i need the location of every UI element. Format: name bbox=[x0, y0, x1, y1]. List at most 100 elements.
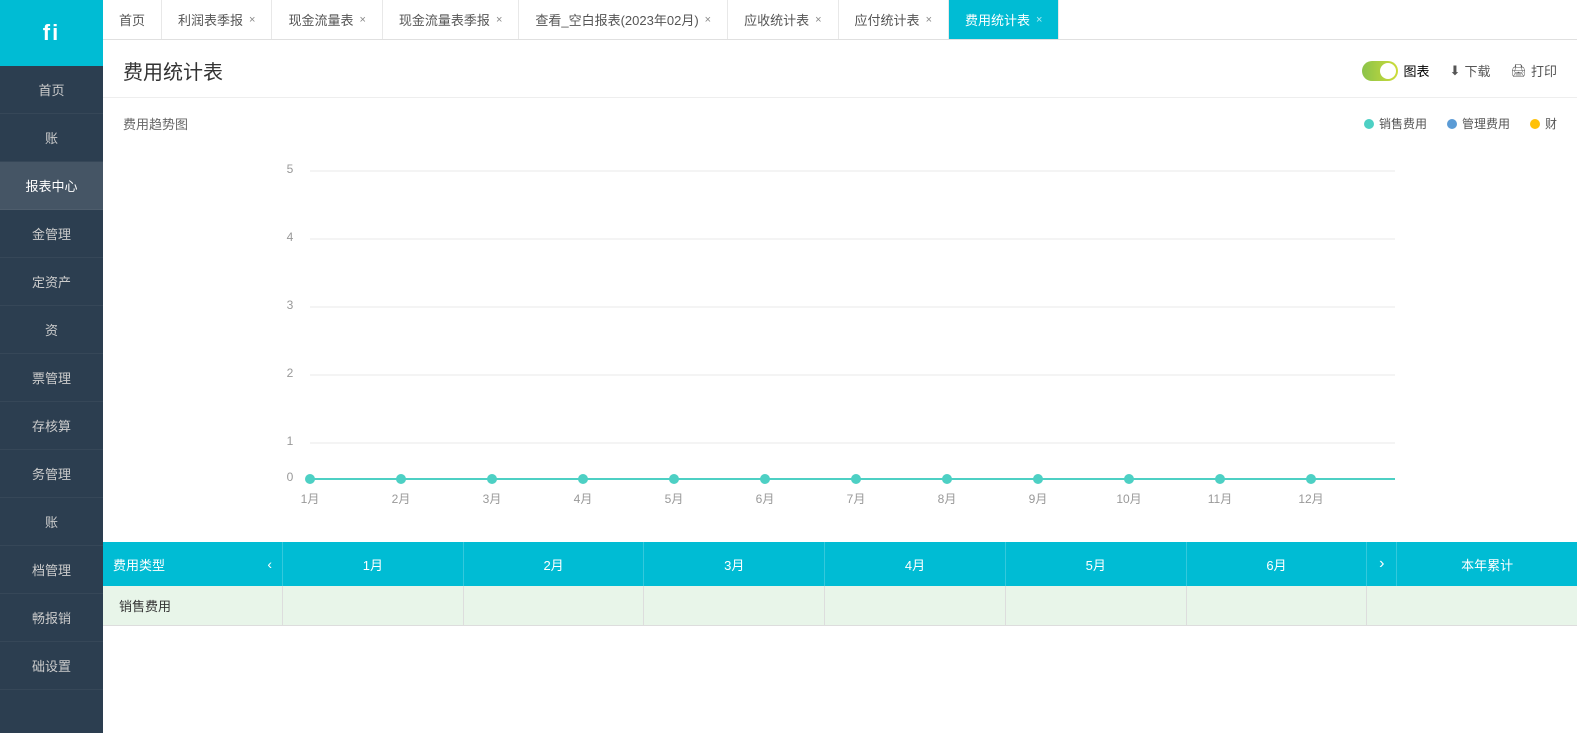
legend-finance: 财 bbox=[1530, 115, 1557, 132]
sidebar-item-assets[interactable]: 定资产 bbox=[0, 258, 103, 306]
td-sales-5 bbox=[1006, 586, 1187, 625]
th-col-4: 4月 bbox=[825, 542, 1006, 586]
svg-text:11月: 11月 bbox=[1208, 492, 1232, 506]
tab-receivable[interactable]: 应收统计表 × bbox=[728, 0, 838, 39]
chart-container: 5 4 3 2 1 0 bbox=[123, 143, 1557, 526]
tab-bar: 首页 利润表季报 × 现金流量表 × 现金流量表季报 × 查看_空白报表(202… bbox=[103, 0, 1577, 40]
legend-finance-dot bbox=[1530, 119, 1540, 129]
td-sales-total bbox=[1397, 586, 1577, 625]
tab-expense-close[interactable]: × bbox=[1036, 14, 1042, 26]
sidebar-item-home[interactable]: 首页 bbox=[0, 66, 103, 114]
th-col-6: 6月 bbox=[1187, 542, 1368, 586]
tab-expense-label: 费用统计表 bbox=[965, 10, 1030, 29]
svg-text:5: 5 bbox=[287, 162, 294, 176]
sidebar-item-inventory[interactable]: 存核算 bbox=[0, 402, 103, 450]
svg-text:7月: 7月 bbox=[847, 492, 866, 506]
chart-toggle[interactable] bbox=[1362, 61, 1398, 81]
th-nav-prev[interactable]: ‹ bbox=[267, 556, 272, 572]
sidebar-item-service[interactable]: 务管理 bbox=[0, 450, 103, 498]
data-table-section: 费用类型 ‹ 1月 2月 3月 4月 5月 6月 › 本年累计 销售费用 bbox=[103, 542, 1577, 626]
tab-profit-close[interactable]: × bbox=[249, 14, 255, 26]
td-sales-2 bbox=[464, 586, 645, 625]
svg-text:3: 3 bbox=[287, 298, 294, 312]
tab-receivable-close[interactable]: × bbox=[815, 14, 821, 26]
tab-cashflow-q-close[interactable]: × bbox=[496, 14, 502, 26]
sidebar-logo: fi bbox=[0, 0, 103, 66]
th-col-total: 本年累计 bbox=[1397, 542, 1577, 586]
table-row-sales: 销售费用 bbox=[103, 586, 1577, 626]
sidebar-item-capital[interactable]: 资 bbox=[0, 306, 103, 354]
sidebar-item-expense[interactable]: 畅报销 bbox=[0, 594, 103, 642]
svg-text:6月: 6月 bbox=[756, 492, 775, 506]
download-label: 下载 bbox=[1464, 61, 1490, 80]
svg-text:3月: 3月 bbox=[483, 492, 502, 506]
tab-payable-label: 应付统计表 bbox=[855, 10, 920, 29]
sidebar-item-reports[interactable]: 报表中心 bbox=[0, 162, 103, 210]
print-icon: 🖨 bbox=[1510, 63, 1527, 79]
svg-text:5月: 5月 bbox=[665, 492, 684, 506]
legend-mgmt-dot bbox=[1447, 119, 1457, 129]
legend-sales-dot bbox=[1364, 119, 1374, 129]
chart-legend: 销售费用 管理费用 财 bbox=[1364, 115, 1557, 132]
sidebar-item-archive[interactable]: 档管理 bbox=[0, 546, 103, 594]
svg-text:12月: 12月 bbox=[1298, 492, 1323, 506]
tab-cashflow-label: 现金流量表 bbox=[288, 10, 353, 29]
legend-mgmt: 管理费用 bbox=[1447, 115, 1510, 132]
td-sales-3 bbox=[644, 586, 825, 625]
sidebar-item-ledger[interactable]: 账 bbox=[0, 498, 103, 546]
th-nav-next-cell[interactable]: › bbox=[1367, 542, 1397, 586]
td-sales-4 bbox=[825, 586, 1006, 625]
tab-payable[interactable]: 应付统计表 × bbox=[839, 0, 949, 39]
svg-text:0: 0 bbox=[287, 470, 294, 484]
svg-text:1: 1 bbox=[287, 434, 294, 448]
tab-cashflow-q-label: 现金流量表季报 bbox=[399, 10, 490, 29]
chart-toggle-wrap: 图表 bbox=[1362, 61, 1430, 81]
td-type-sales: 销售费用 bbox=[103, 586, 283, 625]
chart-section: 费用趋势图 销售费用 管理费用 财 bbox=[103, 98, 1577, 542]
svg-text:4月: 4月 bbox=[574, 492, 593, 506]
tab-home-label: 首页 bbox=[119, 10, 145, 29]
download-button[interactable]: ⬇ 下载 bbox=[1450, 61, 1491, 80]
tab-cashflow[interactable]: 现金流量表 × bbox=[272, 0, 382, 39]
chart-header: 费用趋势图 销售费用 管理费用 财 bbox=[123, 114, 1557, 133]
svg-text:8月: 8月 bbox=[938, 492, 957, 506]
th-col-5: 5月 bbox=[1006, 542, 1187, 586]
sidebar: fi 首页 账 报表中心 金管理 定资产 资 票管理 存核算 务管理 账 档管理… bbox=[0, 0, 103, 733]
tab-expense[interactable]: 费用统计表 × bbox=[949, 0, 1059, 39]
page-header: 费用统计表 图表 ⬇ 下载 🖨 打印 bbox=[103, 40, 1577, 98]
tab-blank-close[interactable]: × bbox=[705, 14, 711, 26]
legend-mgmt-label: 管理费用 bbox=[1462, 115, 1510, 132]
svg-text:1月: 1月 bbox=[301, 492, 320, 506]
content-area: 费用统计表 图表 ⬇ 下载 🖨 打印 费用趋势图 bbox=[103, 40, 1577, 733]
svg-text:10月: 10月 bbox=[1116, 492, 1141, 506]
tab-receivable-label: 应收统计表 bbox=[744, 10, 809, 29]
chart-toggle-label: 图表 bbox=[1404, 61, 1430, 80]
td-sales-1 bbox=[283, 586, 464, 625]
tab-payable-close[interactable]: × bbox=[926, 14, 932, 26]
print-button[interactable]: 🖨 打印 bbox=[1510, 61, 1557, 80]
sidebar-item-account[interactable]: 账 bbox=[0, 114, 103, 162]
th-type: 费用类型 ‹ bbox=[103, 542, 283, 586]
print-label: 打印 bbox=[1531, 61, 1557, 80]
tab-cashflow-close[interactable]: × bbox=[359, 14, 365, 26]
sidebar-item-finance[interactable]: 金管理 bbox=[0, 210, 103, 258]
th-type-label: 费用类型 bbox=[113, 555, 165, 574]
th-col-1: 1月 bbox=[283, 542, 464, 586]
chart-svg: 5 4 3 2 1 0 bbox=[123, 143, 1557, 523]
download-icon: ⬇ bbox=[1450, 63, 1461, 79]
svg-text:9月: 9月 bbox=[1029, 492, 1048, 506]
tab-blank[interactable]: 查看_空白报表(2023年02月) × bbox=[519, 0, 728, 39]
th-col-3: 3月 bbox=[644, 542, 825, 586]
tab-profit[interactable]: 利润表季报 × bbox=[162, 0, 272, 39]
svg-text:2月: 2月 bbox=[392, 492, 411, 506]
sidebar-item-settings[interactable]: 础设置 bbox=[0, 642, 103, 690]
td-sales-6 bbox=[1187, 586, 1368, 625]
main-area: 首页 利润表季报 × 现金流量表 × 现金流量表季报 × 查看_空白报表(202… bbox=[103, 0, 1577, 733]
sidebar-item-invoice[interactable]: 票管理 bbox=[0, 354, 103, 402]
tab-home[interactable]: 首页 bbox=[103, 0, 162, 39]
tab-cashflow-q[interactable]: 现金流量表季报 × bbox=[383, 0, 519, 39]
page-title: 费用统计表 bbox=[123, 56, 223, 85]
svg-text:4: 4 bbox=[287, 230, 294, 244]
svg-text:2: 2 bbox=[287, 366, 294, 380]
legend-sales: 销售费用 bbox=[1364, 115, 1427, 132]
